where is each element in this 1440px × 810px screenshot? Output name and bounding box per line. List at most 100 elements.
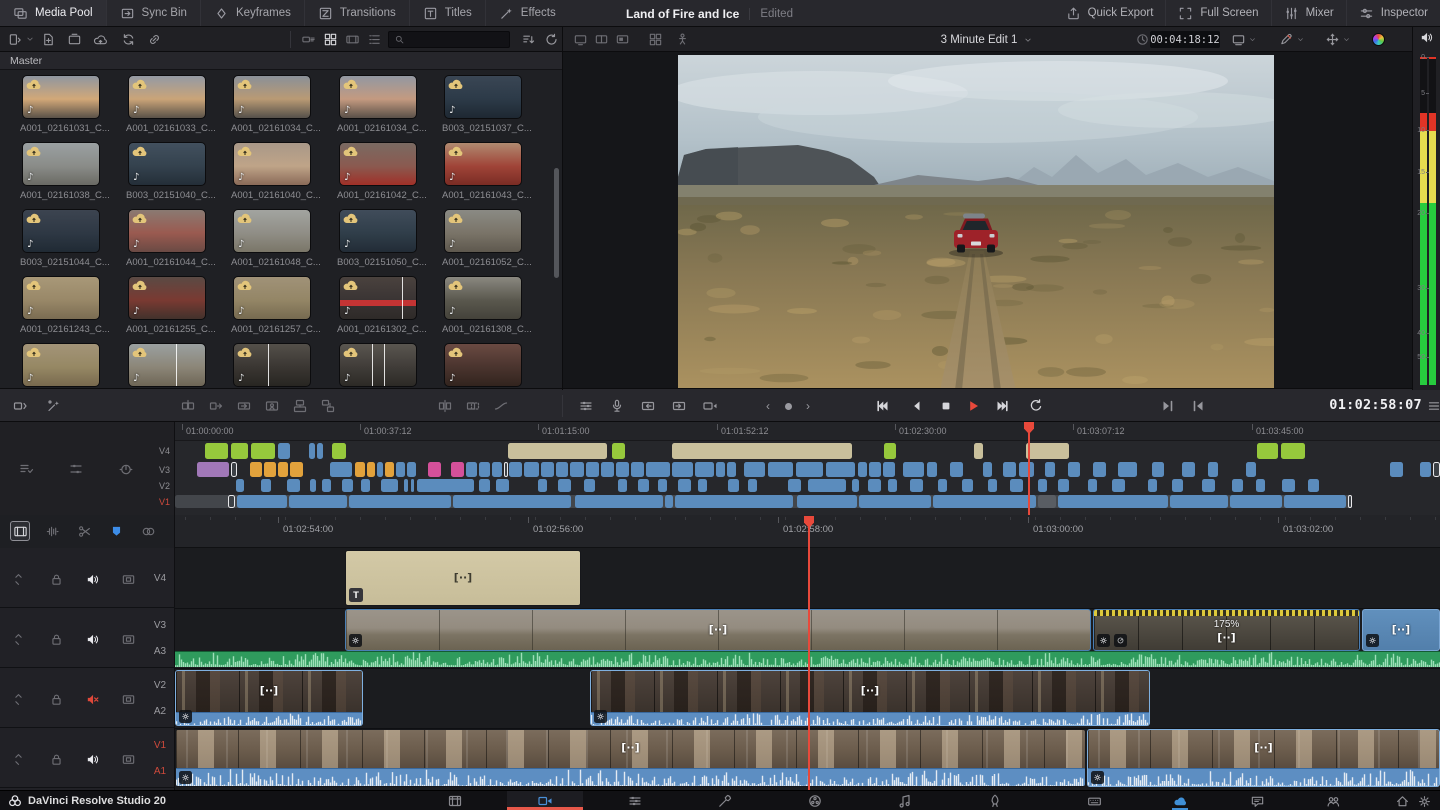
skip-forward-button[interactable] [993,396,1013,416]
lock-track-icon[interactable] [46,569,66,589]
media-clip-thumbnail[interactable]: ♪ [444,142,522,186]
overview-clip[interactable] [355,462,365,477]
overview-clip[interactable] [367,462,375,477]
overview-clip[interactable] [236,479,244,492]
page-button-edit[interactable] [597,791,673,810]
play-button[interactable] [963,396,983,416]
overview-clip[interactable] [428,462,441,477]
overview-clip[interactable] [884,443,896,459]
overview-clip[interactable] [618,479,627,492]
overview-clip[interactable] [492,462,502,477]
color-wheel-icon[interactable] [1368,29,1388,49]
audio-track-label[interactable]: A2 [148,706,172,717]
overview-clip[interactable] [1038,495,1056,508]
overview-clip[interactable] [1026,443,1069,459]
overview-clip[interactable] [748,479,757,492]
smart-insert-icon[interactable] [178,396,198,416]
video-clip-v1[interactable]: [··] [1087,729,1440,787]
overview-clip[interactable] [228,495,235,508]
video-track-label[interactable]: V4 [148,573,172,584]
overview-clip[interactable] [261,479,271,492]
ripple-ow-icon[interactable] [234,396,254,416]
overview-clip[interactable] [910,479,923,492]
overview-clip[interactable] [903,462,924,477]
video-clip-v3[interactable]: [··] [1362,609,1440,651]
media-clip-thumbnail[interactable]: ♪ [128,276,206,320]
media-clip-thumbnail[interactable]: ♪ [339,75,417,119]
live-ow-icon[interactable] [700,396,720,416]
checklist-icon[interactable] [16,459,36,479]
video-track-label[interactable]: V3 [148,620,172,631]
overview-clip[interactable] [479,479,490,492]
overview-clip[interactable] [1230,495,1282,508]
overview-clip[interactable] [342,479,353,492]
media-clip-thumbnail[interactable]: ♪ [444,209,522,253]
overview-clip[interactable] [1348,495,1352,508]
overview-clip[interactable] [1284,495,1346,508]
append-icon[interactable] [206,396,226,416]
overview-clip[interactable] [290,462,303,477]
tab-keyframes[interactable]: Keyframes [200,0,304,26]
overview-clip[interactable] [1208,462,1218,477]
audio-track-label[interactable]: A1 [148,766,172,777]
overview-clip[interactable] [332,443,346,459]
track-view-icon[interactable] [118,749,138,769]
monitor-speaker-icon[interactable] [1419,30,1434,45]
overview-clip[interactable] [1172,479,1183,492]
overview-clip[interactable] [988,479,997,492]
overview-clip[interactable] [1182,462,1195,477]
overview-clip[interactable] [1390,462,1403,477]
mute-track-icon[interactable] [82,629,102,649]
overview-clip[interactable] [852,479,859,492]
overview-clip[interactable] [658,479,667,492]
overview-clip[interactable] [1088,479,1097,492]
overview-clip[interactable] [974,443,983,459]
mute-track-icon[interactable] [82,689,102,709]
overview-clip[interactable] [538,479,547,492]
track-view-icon[interactable] [118,569,138,589]
overview-clip[interactable] [309,443,315,459]
wave-icon[interactable] [42,521,62,541]
media-clip-thumbnail[interactable]: ♪ [444,276,522,320]
overview-clip[interactable] [377,462,383,477]
chevron-down-icon[interactable] [1340,29,1352,49]
overview-clip[interactable] [678,479,691,492]
chevron-down-icon[interactable] [24,29,36,49]
media-clip-thumbnail[interactable]: ♪ [22,75,100,119]
overview-clip[interactable] [407,462,416,477]
overview-clip[interactable] [672,443,852,459]
smart-edit-icon[interactable] [44,396,64,416]
clock-icon[interactable] [1132,29,1152,49]
poi-out-icon[interactable] [669,396,689,416]
trans-cut-icon[interactable] [435,396,455,416]
overview-clip[interactable] [231,443,248,459]
overview-clip[interactable] [1045,462,1055,477]
page-button-deliver[interactable] [957,791,1033,810]
overview-clip[interactable] [1112,479,1125,492]
lock-track-icon[interactable] [46,629,66,649]
bin-view-icon[interactable] [5,29,25,49]
overview-clip[interactable] [584,479,595,492]
tab-media-pool[interactable]: Media Pool [0,0,106,26]
overview-clip[interactable] [1257,443,1278,459]
overview-clip[interactable] [859,495,931,508]
overview-clip[interactable] [330,462,352,477]
overview-clip[interactable] [1202,479,1215,492]
tab-sync-bin[interactable]: Sync Bin [106,0,200,26]
skip-back-button[interactable] [872,396,892,416]
media-clip-thumbnail[interactable]: ♪ [339,142,417,186]
overview-clip[interactable] [278,462,288,477]
title-clip[interactable]: [··]T [345,550,581,606]
overview-clip[interactable] [716,462,725,477]
overview-clip[interactable] [1019,462,1034,477]
mute-track-icon[interactable] [82,569,102,589]
overview-clip[interactable] [938,479,947,492]
tl-options-icon[interactable] [576,396,596,416]
media-clip-thumbnail[interactable]: ♪ [22,142,100,186]
chevron-down-icon[interactable] [1294,29,1306,49]
media-clip-thumbnail[interactable]: ♪ [128,75,206,119]
close-up-icon[interactable] [262,396,282,416]
settings-icon[interactable] [1413,791,1435,810]
media-clip-thumbnail[interactable]: ♪ [233,75,311,119]
media-clip-thumbnail[interactable]: ♪ [128,343,206,387]
